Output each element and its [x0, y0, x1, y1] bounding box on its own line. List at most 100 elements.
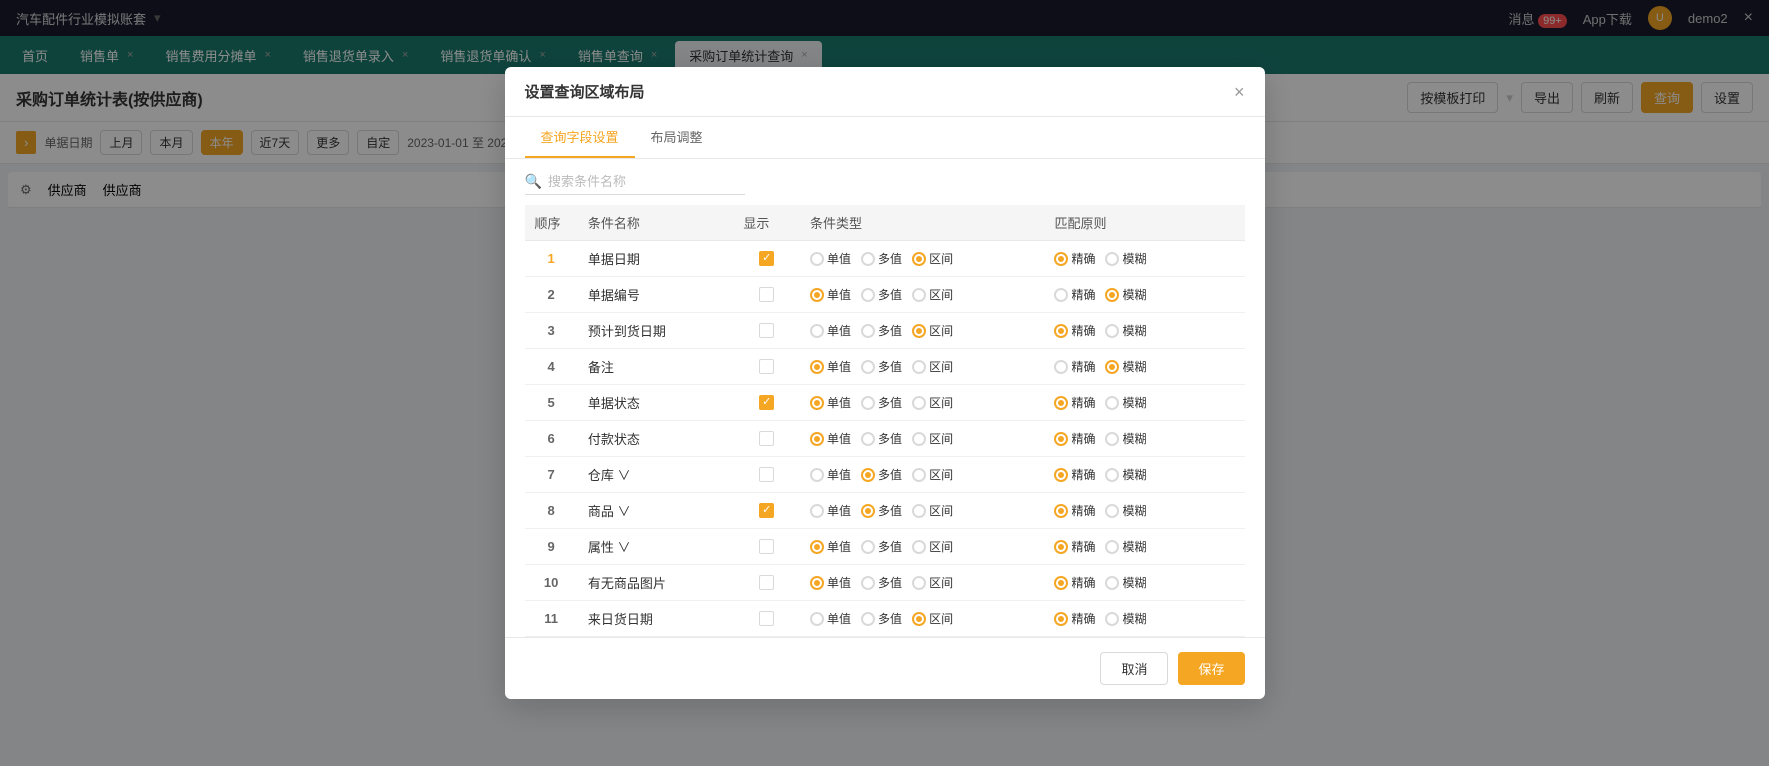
type-option[interactable]: 多值: [861, 322, 902, 339]
type-option[interactable]: 区间: [912, 610, 953, 627]
type-option[interactable]: 多值: [861, 502, 902, 519]
match-option[interactable]: 模糊: [1105, 322, 1146, 339]
show-checkbox[interactable]: [759, 431, 774, 446]
show-checkbox[interactable]: [759, 359, 774, 374]
type-option[interactable]: 区间: [912, 286, 953, 303]
type-option[interactable]: 单值: [810, 430, 851, 447]
type-option[interactable]: 多值: [861, 394, 902, 411]
match-option[interactable]: 模糊: [1105, 394, 1146, 411]
modal-table-wrap: 顺序 条件名称 显示 条件类型 匹配原则 1单据日期单值多值区间精确模糊2单据编…: [505, 205, 1265, 637]
row-show[interactable]: [733, 565, 800, 601]
row-show[interactable]: [733, 385, 800, 421]
match-option[interactable]: 精确: [1054, 394, 1095, 411]
type-option[interactable]: 单值: [810, 466, 851, 483]
type-option[interactable]: 多值: [861, 574, 902, 591]
table-row: 2单据编号单值多值区间精确模糊: [525, 277, 1245, 313]
table-row: 1单据日期单值多值区间精确模糊: [525, 241, 1245, 277]
match-option[interactable]: 模糊: [1105, 466, 1146, 483]
match-option[interactable]: 模糊: [1105, 574, 1146, 591]
type-option[interactable]: 区间: [912, 538, 953, 555]
row-show[interactable]: [733, 493, 800, 529]
match-option[interactable]: 精确: [1054, 538, 1095, 555]
match-option[interactable]: 精确: [1054, 430, 1095, 447]
type-option[interactable]: 单值: [810, 610, 851, 627]
show-checkbox[interactable]: [759, 287, 774, 302]
show-checkbox[interactable]: [759, 539, 774, 554]
row-show[interactable]: [733, 421, 800, 457]
show-checkbox[interactable]: [759, 503, 774, 518]
match-option[interactable]: 精确: [1054, 466, 1095, 483]
match-option[interactable]: 精确: [1054, 250, 1095, 267]
row-order: 3: [525, 313, 578, 349]
show-checkbox[interactable]: [759, 395, 774, 410]
show-checkbox[interactable]: [759, 467, 774, 482]
show-checkbox[interactable]: [759, 611, 774, 626]
type-option[interactable]: 单值: [810, 574, 851, 591]
match-option[interactable]: 精确: [1054, 286, 1095, 303]
match-option[interactable]: 模糊: [1105, 358, 1146, 375]
type-option[interactable]: 单值: [810, 250, 851, 267]
table-row: 5单据状态单值多值区间精确模糊: [525, 385, 1245, 421]
row-show[interactable]: [733, 349, 800, 385]
type-option[interactable]: 单值: [810, 394, 851, 411]
search-input[interactable]: [548, 174, 728, 189]
match-option[interactable]: 精确: [1054, 322, 1095, 339]
row-show[interactable]: [733, 241, 800, 277]
match-option[interactable]: 精确: [1054, 574, 1095, 591]
type-option[interactable]: 单值: [810, 358, 851, 375]
modal-footer: 取消 保存: [505, 637, 1265, 699]
th-match: 匹配原则: [1044, 205, 1244, 241]
modal-tab-layout[interactable]: 布局调整: [635, 117, 719, 158]
row-order: 8: [525, 493, 578, 529]
modal-header: 设置查询区域布局 ×: [505, 67, 1265, 117]
modal-title: 设置查询区域布局: [525, 81, 645, 102]
type-option[interactable]: 区间: [912, 574, 953, 591]
type-option[interactable]: 区间: [912, 358, 953, 375]
row-show[interactable]: [733, 457, 800, 493]
row-show[interactable]: [733, 601, 800, 637]
match-option[interactable]: 模糊: [1105, 610, 1146, 627]
row-order: 7: [525, 457, 578, 493]
type-option[interactable]: 区间: [912, 430, 953, 447]
match-option[interactable]: 模糊: [1105, 538, 1146, 555]
type-option[interactable]: 多值: [861, 430, 902, 447]
cancel-btn[interactable]: 取消: [1100, 652, 1168, 685]
type-option[interactable]: 多值: [861, 358, 902, 375]
row-show[interactable]: [733, 313, 800, 349]
type-option[interactable]: 区间: [912, 250, 953, 267]
row-name: 商品 ∨: [578, 493, 734, 529]
type-option[interactable]: 单值: [810, 502, 851, 519]
type-option[interactable]: 区间: [912, 394, 953, 411]
type-option[interactable]: 区间: [912, 322, 953, 339]
type-option[interactable]: 多值: [861, 466, 902, 483]
type-option[interactable]: 区间: [912, 502, 953, 519]
show-checkbox[interactable]: [759, 575, 774, 590]
type-option[interactable]: 多值: [861, 610, 902, 627]
match-option[interactable]: 模糊: [1105, 286, 1146, 303]
row-show[interactable]: [733, 529, 800, 565]
match-option[interactable]: 精确: [1054, 502, 1095, 519]
row-match: 精确模糊: [1044, 493, 1244, 529]
match-option[interactable]: 模糊: [1105, 502, 1146, 519]
type-option[interactable]: 单值: [810, 538, 851, 555]
type-option[interactable]: 多值: [861, 286, 902, 303]
type-option[interactable]: 多值: [861, 250, 902, 267]
show-checkbox[interactable]: [759, 323, 774, 338]
row-type: 单值多值区间: [800, 349, 1044, 385]
row-name: 单据状态: [578, 385, 734, 421]
save-btn[interactable]: 保存: [1178, 652, 1244, 685]
match-option[interactable]: 精确: [1054, 358, 1095, 375]
type-option[interactable]: 单值: [810, 286, 851, 303]
type-option[interactable]: 单值: [810, 322, 851, 339]
row-type: 单值多值区间: [800, 313, 1044, 349]
match-option[interactable]: 精确: [1054, 610, 1095, 627]
show-checkbox[interactable]: [759, 251, 774, 266]
row-show[interactable]: [733, 277, 800, 313]
match-option[interactable]: 模糊: [1105, 250, 1146, 267]
type-option[interactable]: 区间: [912, 466, 953, 483]
match-option[interactable]: 模糊: [1105, 430, 1146, 447]
type-option[interactable]: 多值: [861, 538, 902, 555]
modal-close-btn[interactable]: ×: [1234, 83, 1245, 101]
table-row: 3预计到货日期单值多值区间精确模糊: [525, 313, 1245, 349]
modal-tab-fields[interactable]: 查询字段设置: [525, 117, 635, 158]
